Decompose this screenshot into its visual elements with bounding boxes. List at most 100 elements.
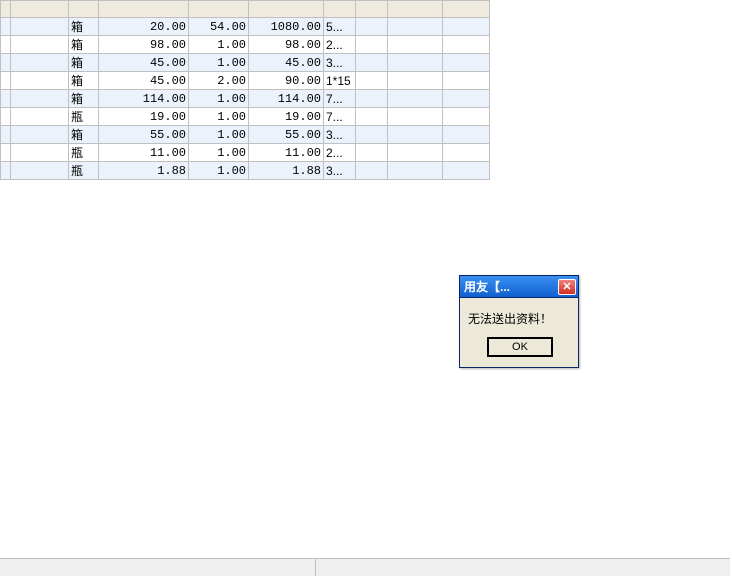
cell: 98.00 — [249, 36, 324, 54]
cell — [1, 144, 11, 162]
cell: 20.00 — [99, 18, 189, 36]
cell — [1, 126, 11, 144]
cell: 1080.00 — [249, 18, 324, 36]
col-header — [443, 1, 490, 18]
cell: 45.00 — [249, 54, 324, 72]
ok-button[interactable]: OK — [487, 337, 553, 357]
dialog-title-text: 用友【... — [464, 278, 558, 295]
cell — [11, 90, 69, 108]
dialog-body: 无法送出资料！ OK — [460, 298, 578, 367]
cell: 箱 — [69, 36, 99, 54]
cell — [356, 54, 388, 72]
cell — [388, 162, 443, 180]
status-divider — [315, 559, 316, 576]
cell — [388, 126, 443, 144]
cell: 2.00 — [189, 72, 249, 90]
cell: 45.00 — [99, 72, 189, 90]
cell: 箱 — [69, 72, 99, 90]
cell: 2... — [324, 36, 356, 54]
error-dialog: 用友【... ✕ 无法送出资料！ OK — [459, 275, 579, 368]
cell — [1, 18, 11, 36]
cell — [356, 36, 388, 54]
cell — [1, 36, 11, 54]
cell: 98.00 — [99, 36, 189, 54]
cell: 箱 — [69, 126, 99, 144]
cell — [388, 54, 443, 72]
col-header — [249, 1, 324, 18]
cell: 11.00 — [99, 144, 189, 162]
cell: 1.00 — [189, 144, 249, 162]
cell: 54.00 — [189, 18, 249, 36]
cell — [356, 72, 388, 90]
cell — [1, 90, 11, 108]
cell: 瓶 — [69, 162, 99, 180]
cell — [1, 162, 11, 180]
table-row[interactable]: 箱20.0054.001080.005... — [1, 18, 490, 36]
cell — [443, 18, 490, 36]
table-row[interactable]: 箱114.001.00114.007... — [1, 90, 490, 108]
status-bar — [0, 558, 730, 576]
cell: 7... — [324, 90, 356, 108]
cell: 2... — [324, 144, 356, 162]
cell — [443, 54, 490, 72]
col-header — [99, 1, 189, 18]
table-row[interactable]: 瓶19.001.0019.007... — [1, 108, 490, 126]
cell: 1.00 — [189, 126, 249, 144]
cell: 19.00 — [99, 108, 189, 126]
close-icon[interactable]: ✕ — [558, 279, 576, 295]
cell: 1.88 — [99, 162, 189, 180]
table-row[interactable]: 箱98.001.0098.002... — [1, 36, 490, 54]
cell: 114.00 — [249, 90, 324, 108]
col-header — [69, 1, 99, 18]
table-row[interactable]: 箱55.001.0055.003... — [1, 126, 490, 144]
cell — [388, 72, 443, 90]
table-row[interactable]: 瓶11.001.0011.002... — [1, 144, 490, 162]
cell — [1, 72, 11, 90]
table-header-row — [1, 1, 490, 18]
cell: 114.00 — [99, 90, 189, 108]
cell — [388, 90, 443, 108]
table-row[interactable]: 箱45.001.0045.003... — [1, 54, 490, 72]
cell: 1.00 — [189, 108, 249, 126]
cell — [388, 144, 443, 162]
cell — [11, 18, 69, 36]
cell: 5... — [324, 18, 356, 36]
data-grid[interactable]: 箱20.0054.001080.005...箱98.001.0098.002..… — [0, 0, 490, 180]
table-row[interactable]: 箱45.002.0090.001*15 — [1, 72, 490, 90]
cell — [11, 72, 69, 90]
cell — [388, 36, 443, 54]
cell: 1.00 — [189, 162, 249, 180]
cell: 3... — [324, 54, 356, 72]
cell — [443, 162, 490, 180]
col-header — [11, 1, 69, 18]
cell — [356, 126, 388, 144]
cell — [443, 36, 490, 54]
cell — [356, 90, 388, 108]
cell — [11, 162, 69, 180]
cell: 瓶 — [69, 108, 99, 126]
cell: 1.00 — [189, 90, 249, 108]
cell — [443, 144, 490, 162]
col-header — [1, 1, 11, 18]
cell: 箱 — [69, 90, 99, 108]
cell: 45.00 — [99, 54, 189, 72]
cell: 箱 — [69, 18, 99, 36]
cell — [11, 54, 69, 72]
col-header — [324, 1, 356, 18]
table-row[interactable]: 瓶1.881.001.883... — [1, 162, 490, 180]
col-header — [356, 1, 388, 18]
cell — [356, 18, 388, 36]
cell — [443, 90, 490, 108]
col-header — [189, 1, 249, 18]
cell: 7... — [324, 108, 356, 126]
cell — [443, 108, 490, 126]
cell — [388, 18, 443, 36]
dialog-titlebar[interactable]: 用友【... ✕ — [460, 276, 578, 298]
cell — [1, 108, 11, 126]
cell — [11, 36, 69, 54]
cell: 1.00 — [189, 36, 249, 54]
cell: 11.00 — [249, 144, 324, 162]
cell — [443, 72, 490, 90]
cell — [11, 126, 69, 144]
cell: 3... — [324, 126, 356, 144]
